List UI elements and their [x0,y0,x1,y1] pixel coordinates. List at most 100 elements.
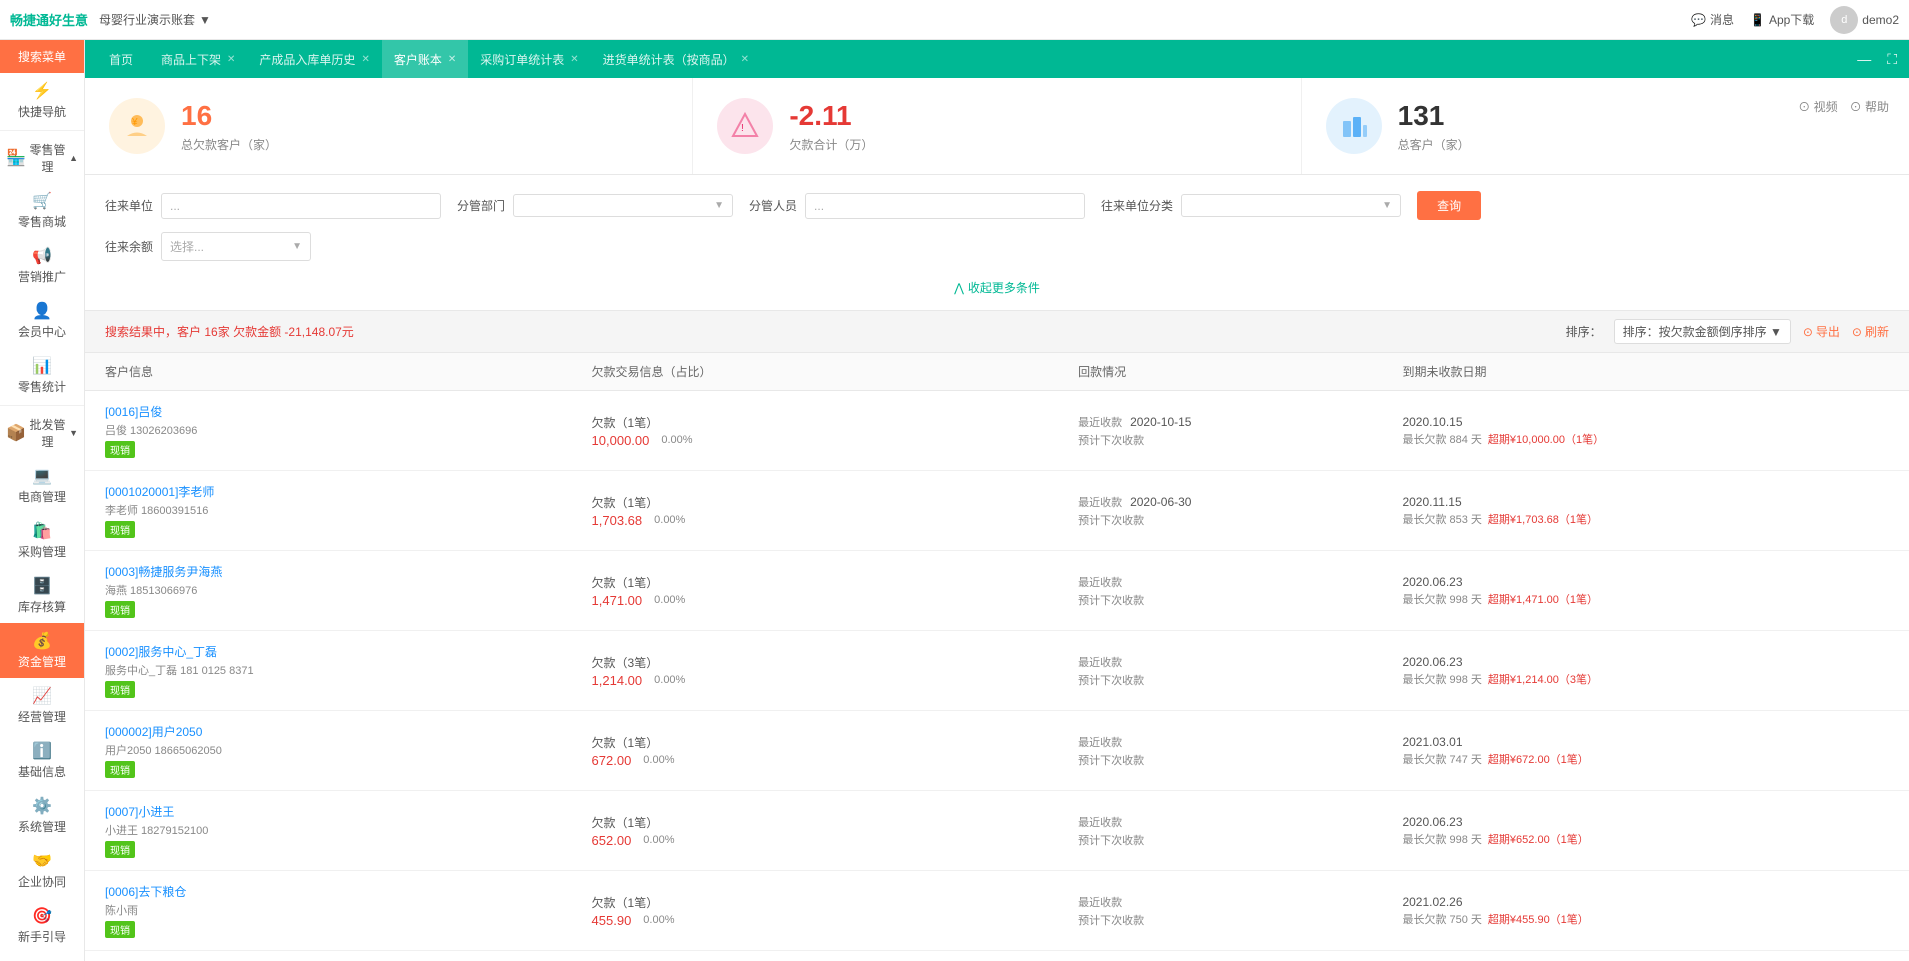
logo: 畅捷通好生意 [10,10,95,29]
tab-customer-account[interactable]: 客户账本 ✕ [382,40,468,78]
sidebar-item-retail-stats[interactable]: 📊 零售统计 [0,348,84,403]
stat-info-debt-total: -2.11 欠款合计（万） [789,100,873,153]
overdue-link-5[interactable]: 超期¥652.00（1笔） [1488,831,1589,847]
customer-name-6[interactable]: [0006]去下粮仓 [105,883,592,900]
overdue-link-0[interactable]: 超期¥10,000.00（1笔） [1488,431,1604,447]
sidebar-item-retail-store[interactable]: 🛒 零售商城 [0,183,84,238]
export-btn[interactable]: ⊙ 导出 [1803,323,1840,340]
debt-amount-3: 1,214.00 [592,673,643,688]
stat-info-debt-customers: 16 总欠款客户（家） [181,100,277,153]
tab-minimize-btn[interactable]: — [1853,51,1875,68]
customer-name-5[interactable]: [0007]小进王 [105,803,592,820]
tab-bar-controls: — ⛶ [1853,51,1901,68]
sidebar-item-member[interactable]: 👤 会员中心 [0,293,84,348]
retail-mgmt-icon: 🏪 [6,148,26,168]
app-download-btn[interactable]: 📱 App下载 [1750,11,1814,28]
sidebar-label-quick-nav: 快捷导航 [18,103,66,120]
sidebar-item-inventory[interactable]: 🗄️ 库存核算 [0,568,84,623]
sidebar-item-marketing[interactable]: 📢 营销推广 [0,238,84,293]
customer-name-0[interactable]: [0016]吕俊 [105,403,592,420]
collapse-row: ⋀ 收起更多条件 [105,273,1889,302]
message-btn[interactable]: 💬 消息 [1691,11,1734,28]
customer-name-1[interactable]: [0001020001]李老师 [105,483,592,500]
tab-purchase-stats[interactable]: 进货单统计表（按商品） ✕ [591,40,761,78]
balance-select[interactable]: 选择... ▼ [161,232,311,261]
return-label1-1: 最近收款 [1078,494,1122,510]
refresh-btn[interactable]: ⊙ 刷新 [1852,323,1889,340]
quick-nav-icon: ⚡ [32,81,52,101]
logo-text: 畅捷通好生意 [10,10,88,29]
sidebar-label-enterprise: 企业协同 [18,873,66,890]
customer-tag-5: 现销 [105,841,135,858]
person-dots: ... [814,199,824,213]
table-row: [0003]畅捷服务尹海燕 海燕 18513066976 现销 欠款（1笔） 1… [85,551,1909,631]
tab-product-history-label: 产成品入库单历史 [259,51,355,68]
sort-select[interactable]: 排序：按欠款金额倒序排序 ▼ [1614,319,1791,344]
filter-unit-class: 往来单位分类 ▼ [1101,194,1401,217]
help-btn[interactable]: ⊙ 帮助 [1850,98,1889,115]
customer-name-2[interactable]: [0003]畅捷服务尹海燕 [105,563,592,580]
overdue-link-1[interactable]: 超期¥1,703.68（1笔） [1488,511,1598,527]
from-unit-input[interactable]: ... [161,193,441,219]
sidebar-item-finance[interactable]: 💰 资金管理 [0,623,84,678]
tab-product-offline[interactable]: 商品上下架 ✕ [149,40,247,78]
overdue-link-2[interactable]: 超期¥1,471.00（1笔） [1488,591,1598,607]
table-row: [0002]服务中心_丁磊 服务中心_丁磊 181 0125 8371 现销 欠… [85,631,1909,711]
customer-name-3[interactable]: [0002]服务中心_丁磊 [105,643,592,660]
enterprise-icon: 🤝 [32,851,52,871]
tab-customer-account-close[interactable]: ✕ [448,54,456,65]
overdue-link-3[interactable]: 超期¥1,214.00（3笔） [1488,671,1598,687]
overdue-cell-5: 2020.06.23 最长欠款 998 天 超期¥652.00（1笔） [1402,815,1889,847]
stat-card-debt-customers: ¥ 16 总欠款客户（家） [85,78,693,174]
video-btn[interactable]: ⊙ 视频 [1798,98,1837,115]
overdue-cell-4: 2021.03.01 最长欠款 747 天 超期¥672.00（1笔） [1402,735,1889,767]
tab-product-offline-close[interactable]: ✕ [227,54,235,65]
sidebar-item-retail-mgmt[interactable]: 🏪 零售管理 ▲ [0,133,84,183]
avatar: d [1830,6,1858,34]
overdue-link-4[interactable]: 超期¥672.00（1笔） [1488,751,1589,767]
overdue-link-6[interactable]: 超期¥455.90（1笔） [1488,911,1589,927]
sidebar-item-app-center[interactable]: 📱 应用中心 [0,953,84,961]
dept-select[interactable]: ▼ [513,194,733,217]
svg-text:!: ! [741,123,744,134]
return-label1-5: 最近收款 [1078,814,1122,830]
tab-product-history[interactable]: 产成品入库单历史 ✕ [247,40,381,78]
sidebar-item-system[interactable]: ⚙️ 系统管理 [0,788,84,843]
person-input[interactable]: ... [805,193,1085,219]
batch-mgmt-icon: 📦 [6,423,26,443]
tab-purchase-stats-close[interactable]: ✕ [741,54,749,65]
search-button[interactable]: 查询 [1417,191,1481,220]
overdue-days-2: 最长欠款 998 天 [1402,591,1481,607]
debt-cell-5: 欠款（1笔） 652.00 0.00% [592,814,1079,848]
col-return-status: 回款情况 [1078,363,1402,380]
customer-name-4[interactable]: [000002]用户2050 [105,723,592,740]
collapse-btn[interactable]: ⋀ 收起更多条件 [954,279,1040,296]
sidebar-item-purchase[interactable]: 🛍️ 采购管理 [0,513,84,568]
tab-maximize-btn[interactable]: ⛶ [1883,51,1901,68]
tab-purchase-order-close[interactable]: ✕ [570,54,578,65]
tab-home[interactable]: 首页 [93,40,149,78]
debt-count-5: 欠款（1笔） [592,814,1079,831]
sidebar-search-btn[interactable]: 搜索菜单 [0,40,84,73]
tab-product-history-close[interactable]: ✕ [361,54,369,65]
sidebar-item-ecom[interactable]: 💻 电商管理 [0,458,84,513]
user-profile-btn[interactable]: d demo2 [1830,6,1899,34]
sidebar-item-basic-info[interactable]: ℹ️ 基础信息 [0,733,84,788]
sidebar-item-quick-nav[interactable]: ⚡ 快捷导航 [0,73,84,128]
table-header: 客户信息 欠款交易信息（占比） 回款情况 到期未收款日期 [85,353,1909,391]
filter-balance: 往来余额 选择... ▼ [105,232,311,261]
sidebar-item-guide[interactable]: 🎯 新手引导 [0,898,84,953]
sidebar-item-operations[interactable]: 📈 经营管理 [0,678,84,733]
system-icon: ⚙️ [32,796,52,816]
debt-amount-4: 672.00 [592,753,632,768]
retail-store-icon: 🛒 [32,191,52,211]
balance-placeholder: 选择... [170,238,204,255]
store-selector[interactable]: 母婴行业演示账套 ▼ [99,11,211,28]
debt-count-2: 欠款（1笔） [592,574,1079,591]
sidebar-item-enterprise[interactable]: 🤝 企业协同 [0,843,84,898]
tab-purchase-order[interactable]: 采购订单统计表 ✕ [468,40,590,78]
mobile-icon: 📱 [1750,13,1765,27]
unit-class-select[interactable]: ▼ [1181,194,1401,217]
sidebar-item-batch-mgmt[interactable]: 📦 批发管理 ▼ [0,408,84,458]
return-cell-4: 最近收款 预计下次收款 [1078,734,1402,768]
